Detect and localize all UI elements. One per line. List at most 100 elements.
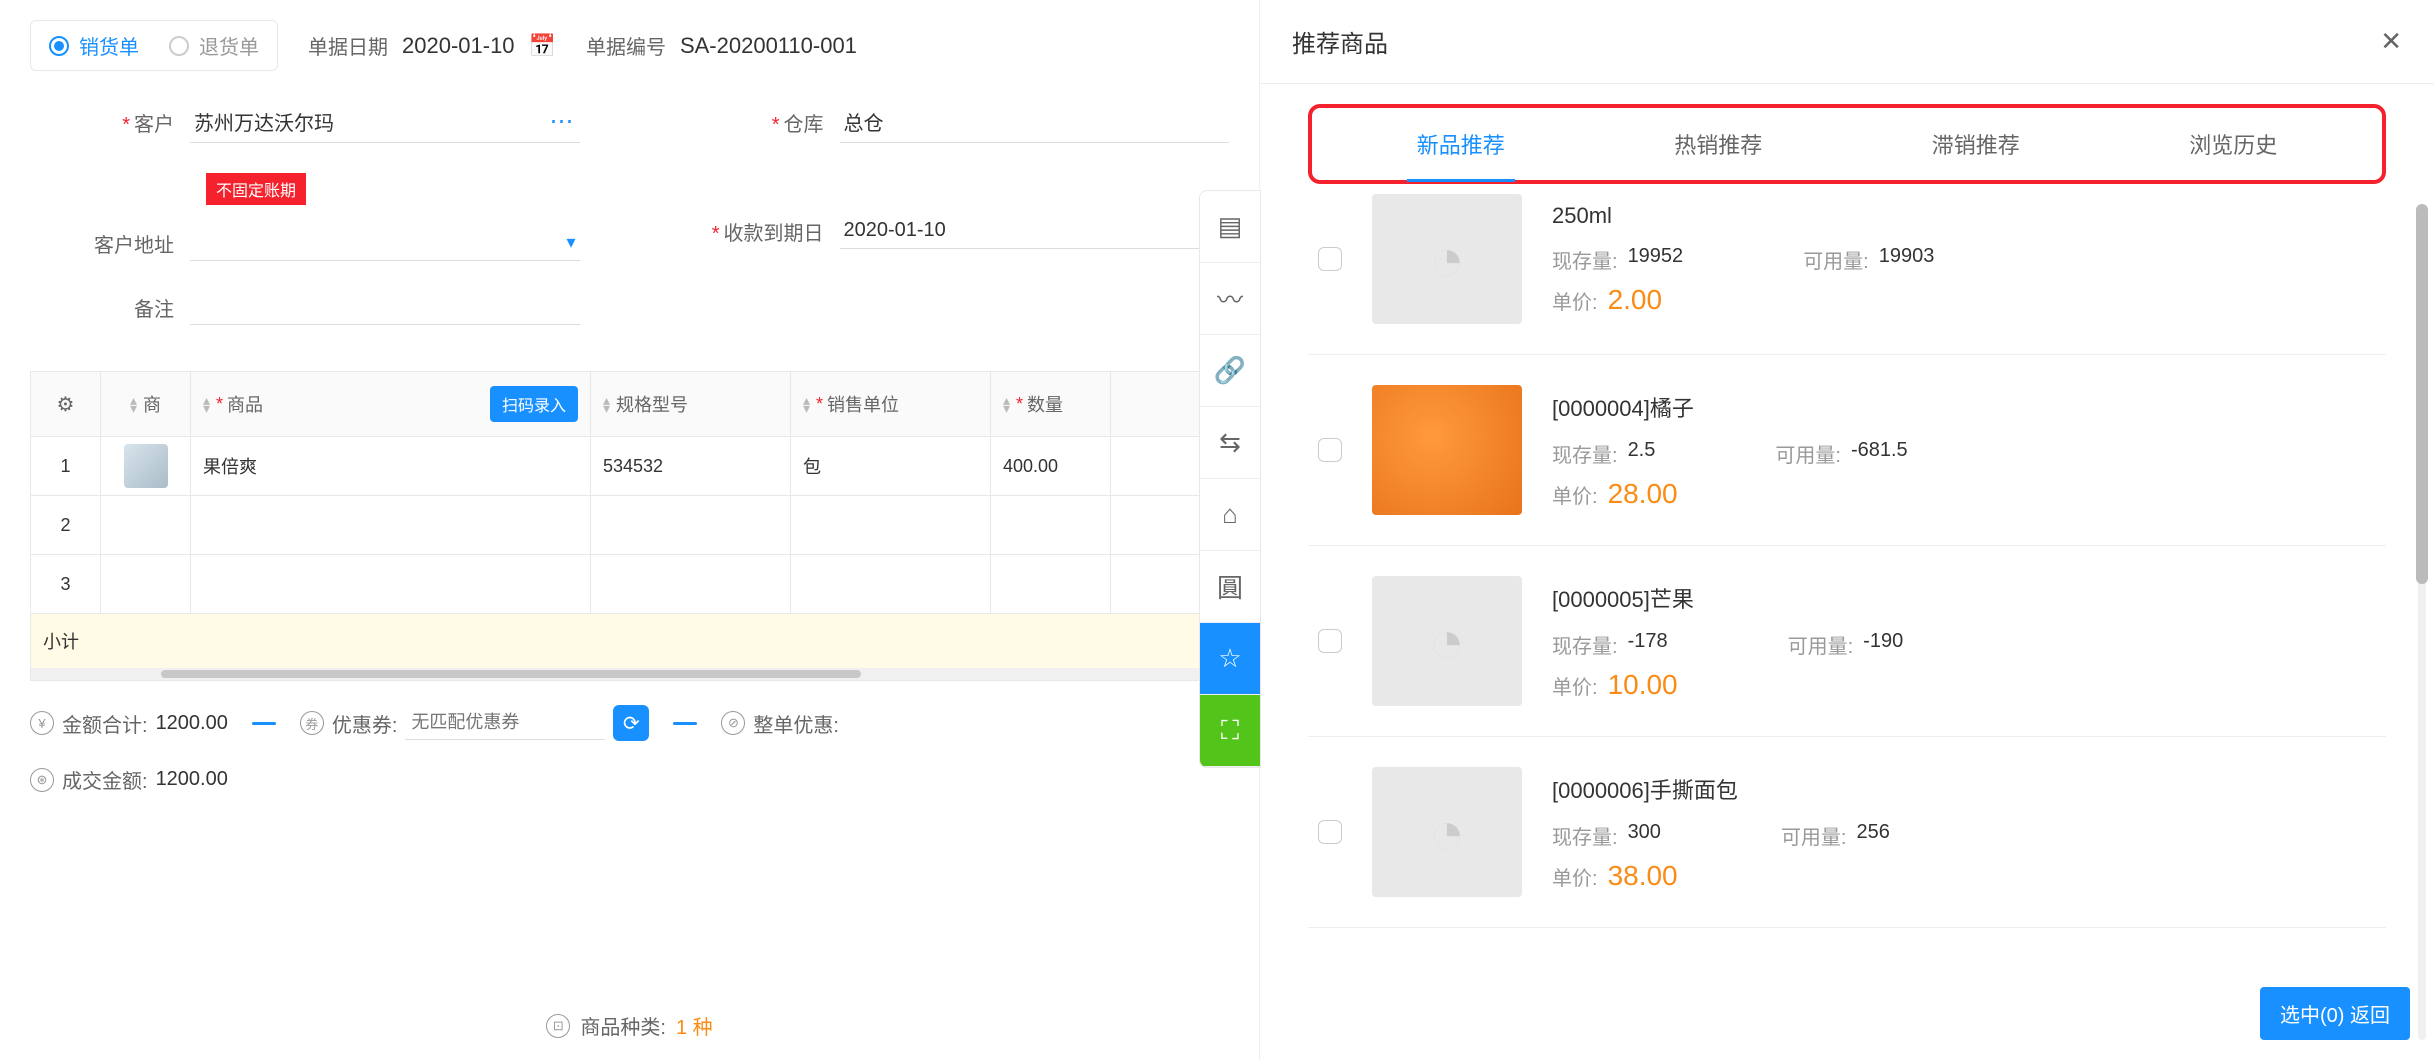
product-image (1372, 385, 1522, 515)
col-icon[interactable]: ▴▾商 (101, 372, 191, 436)
tab-slow[interactable]: 滞销推荐 (1912, 120, 2040, 168)
gear-icon: ⚙ (57, 392, 75, 417)
price-value: 38.00 (1608, 860, 1678, 892)
refresh-button[interactable]: ⟳ (613, 705, 649, 741)
col-product[interactable]: ▴▾*商品扫码录入 (191, 372, 591, 436)
tool-exchange-icon[interactable]: ⇆ (1200, 407, 1260, 479)
table-row[interactable]: 2 (31, 496, 1228, 555)
product-list: ◔ 250ml 现存量:19952 可用量:19903 单价:2.00 [000… (1260, 184, 2434, 1060)
tool-note-icon[interactable]: ▤ (1200, 191, 1260, 263)
tool-chart-icon[interactable]: 〰 (1200, 263, 1260, 335)
side-toolbar: ▤ 〰 🔗 ⇆ ⌂ 圓 ☆ ⛶ (1199, 190, 1261, 768)
tool-currency-icon[interactable]: 圓 (1200, 551, 1260, 623)
col-spec[interactable]: ▴▾规格型号 (591, 372, 791, 436)
row-unit[interactable]: 包 (791, 437, 991, 495)
row-index: 1 (31, 437, 101, 495)
row-index: 2 (31, 496, 101, 554)
list-item: ◔ 250ml 现存量:19952 可用量:19903 单价:2.00 (1308, 184, 2386, 355)
panel-title: 推荐商品 (1292, 24, 1388, 59)
sort-icon: ▴▾ (1003, 396, 1010, 412)
list-scrollbar[interactable] (2416, 184, 2428, 1060)
table-hscroll[interactable] (31, 668, 1228, 680)
subtotal-row: 小计 (31, 614, 1228, 668)
avail-value: -190 (1863, 630, 1903, 659)
recommend-tabs: 新品推荐 热销推荐 滞销推荐 浏览历史 (1308, 104, 2386, 184)
due-field[interactable]: 2020-01-10 (840, 213, 1230, 249)
avail-label: 可用量: (1803, 245, 1869, 274)
address-label: 客户地址 (30, 229, 190, 258)
row-index: 3 (31, 555, 101, 613)
product-image: ◔ (1372, 767, 1522, 897)
tool-star-icon[interactable]: ☆ (1200, 623, 1260, 695)
scroll-thumb[interactable] (161, 670, 861, 678)
period-badge: 不固定账期 (206, 173, 306, 205)
customer-field[interactable]: 苏州万达沃尔玛 ⋯ (190, 101, 580, 143)
discount-icon: ⊘ (721, 711, 745, 735)
coupon-input[interactable] (405, 706, 605, 740)
deal-label: 成交金额: (62, 765, 148, 794)
doc-type-tabs: 销货单 退货单 (30, 20, 278, 71)
ellipsis-icon[interactable]: ⋯ (550, 107, 576, 136)
checkbox[interactable] (1318, 820, 1342, 844)
sort-icon: ▴▾ (603, 396, 610, 412)
radio-label: 退货单 (199, 31, 259, 60)
items-table: ⚙ ▴▾商 ▴▾*商品扫码录入 ▴▾规格型号 ▴▾*销售单位 ▴▾*数量 1 果… (30, 371, 1229, 681)
sort-icon: ▴▾ (203, 396, 210, 412)
total-label: 金额合计: (62, 709, 148, 738)
table-row[interactable]: 1 果倍爽 534532 包 400.00 (31, 437, 1228, 496)
date-value[interactable]: 2020-01-10 (402, 33, 515, 59)
radio-return[interactable]: 退货单 (169, 31, 259, 60)
checkbox[interactable] (1318, 247, 1342, 271)
tab-hot[interactable]: 热销推荐 (1654, 120, 1782, 168)
subtotal-label: 小计 (43, 628, 113, 654)
stock-value: 2.5 (1628, 439, 1656, 468)
list-item: ◔ [0000005]芒果 现存量:-178 可用量:-190 单价:10.00 (1308, 546, 2386, 737)
tab-new[interactable]: 新品推荐 (1397, 120, 1525, 168)
avail-value: 19903 (1879, 245, 1935, 274)
dash-icon (673, 722, 697, 725)
product-image: ◔ (1372, 194, 1522, 324)
discount-label: 整单优惠: (753, 709, 839, 738)
product-name: [0000004]橘子 (1552, 391, 2376, 423)
docno-label: 单据编号 (586, 31, 666, 60)
close-icon[interactable]: ✕ (2380, 26, 2402, 57)
checkbox[interactable] (1318, 438, 1342, 462)
price-value: 10.00 (1608, 669, 1678, 701)
kind-icon: ⊡ (546, 1014, 570, 1038)
due-value: 2020-01-10 (844, 219, 946, 242)
product-name: 250ml (1552, 203, 2376, 229)
footer-summary: ⊡ 商品种类: 1 种 (0, 1011, 1259, 1040)
row-qty[interactable]: 400.00 (991, 437, 1111, 495)
scroll-thumb[interactable] (2416, 204, 2428, 584)
scan-button[interactable]: 扫码录入 (490, 386, 578, 422)
warehouse-field[interactable]: 总仓 (840, 101, 1230, 143)
product-image: ◔ (1372, 576, 1522, 706)
row-product[interactable]: 果倍爽 (191, 437, 591, 495)
checkbox[interactable] (1318, 629, 1342, 653)
col-qty[interactable]: ▴▾*数量 (991, 372, 1111, 436)
select-return-button[interactable]: 选中(0) 返回 (2260, 987, 2410, 1040)
kind-label: 商品种类: (580, 1011, 666, 1040)
due-label: *收款到期日 (680, 217, 840, 246)
row-thumb (101, 437, 191, 495)
row-spec[interactable]: 534532 (591, 437, 791, 495)
tool-inbox-icon[interactable]: ⌂ (1200, 479, 1260, 551)
tab-history[interactable]: 浏览历史 (2169, 120, 2297, 168)
table-row[interactable]: 3 (31, 555, 1228, 614)
stock-value: 300 (1628, 821, 1661, 850)
col-unit[interactable]: ▴▾*销售单位 (791, 372, 991, 436)
list-item: [0000004]橘子 现存量:2.5 可用量:-681.5 单价:28.00 (1308, 355, 2386, 546)
col-settings[interactable]: ⚙ (31, 372, 101, 436)
calendar-icon[interactable]: 📅 (529, 33, 556, 59)
dash-icon (252, 722, 276, 725)
tool-expand-icon[interactable]: ⛶ (1200, 695, 1260, 767)
list-item: ◔ [0000006]手撕面包 现存量:300 可用量:256 单价:38.00 (1308, 737, 2386, 928)
chevron-down-icon[interactable]: ▾ (566, 232, 575, 253)
radio-icon (49, 36, 69, 56)
radio-sales[interactable]: 销货单 (49, 31, 139, 60)
tool-link-icon[interactable]: 🔗 (1200, 335, 1260, 407)
remark-field[interactable] (190, 289, 580, 325)
address-field[interactable]: ▾ (190, 225, 580, 261)
sort-icon: ▴▾ (803, 396, 810, 412)
deal-icon: ⊛ (30, 768, 54, 792)
